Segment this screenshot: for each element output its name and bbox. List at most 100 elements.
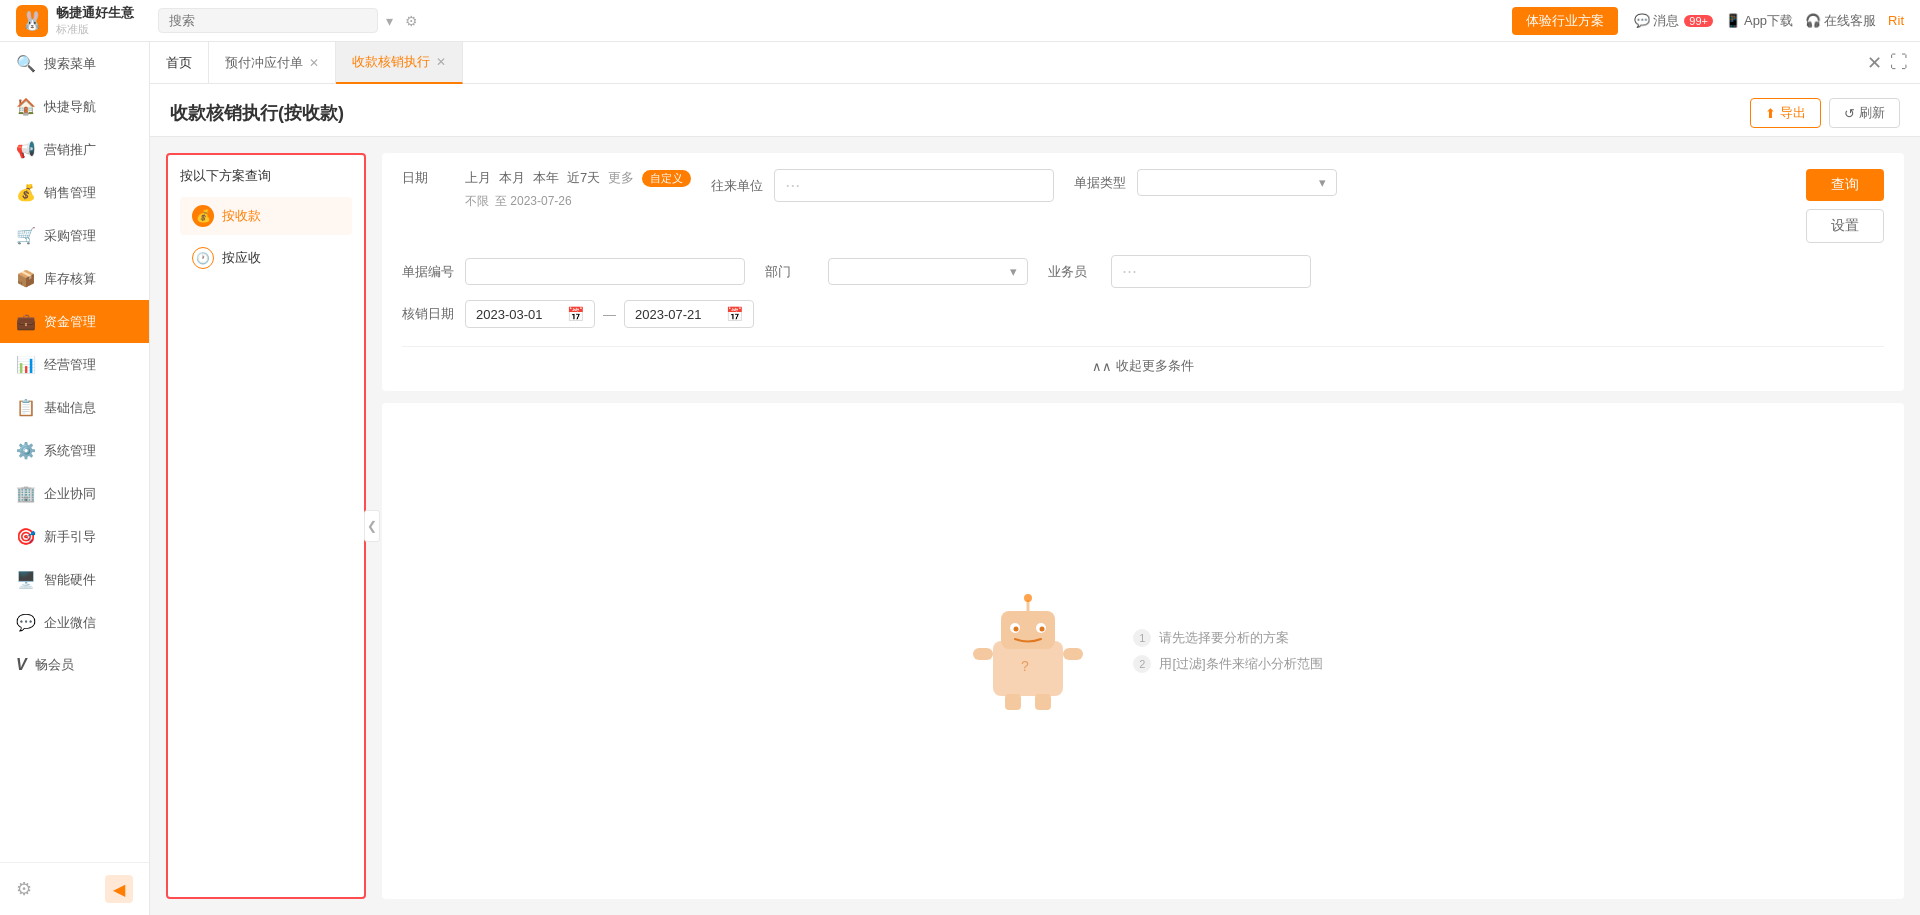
operation-icon: 📊 (16, 355, 36, 374)
enterprise-icon: 🏢 (16, 484, 36, 503)
date-last-month[interactable]: 上月 (465, 169, 491, 187)
sidebar-item-label: 销售管理 (44, 184, 96, 202)
date-custom-badge[interactable]: 自定义 (642, 170, 691, 187)
wechat-icon: 💬 (16, 613, 36, 632)
date-this-month[interactable]: 本月 (499, 169, 525, 187)
verify-date-end-cal-icon: 📅 (726, 306, 743, 322)
tab-home-label: 首页 (166, 54, 192, 72)
sidebar-item-label: 新手引导 (44, 528, 96, 546)
export-btn[interactable]: ⬆ 导出 (1750, 98, 1821, 128)
tab-expand-btn[interactable]: ⛶ (1890, 52, 1908, 73)
empty-tips: 1 请先选择要分析的方案 2 用[过滤]条件来缩小分析范围 (1133, 629, 1322, 673)
user-name[interactable]: Rit (1888, 13, 1904, 28)
sidebar-item-label: 智能硬件 (44, 571, 96, 589)
search-menu-icon: 🔍 (16, 54, 36, 73)
staff-dots: ··· (1122, 261, 1137, 282)
svg-rect-8 (1005, 694, 1021, 710)
sidebar-item-guide[interactable]: 🎯 新手引导 (0, 515, 149, 558)
sidebar-item-label: 快捷导航 (44, 98, 96, 116)
sidebar-collapse-btn[interactable]: ◀ (105, 875, 133, 903)
search-input[interactable] (158, 8, 378, 33)
page-header: 收款核销执行(按收款) ⬆ 导出 ↺ 刷新 (150, 84, 1920, 137)
svg-rect-9 (1035, 694, 1051, 710)
refresh-btn[interactable]: ↺ 刷新 (1829, 98, 1900, 128)
tab-receipt[interactable]: 收款核销执行 ✕ (336, 42, 463, 84)
sidebar-item-operation[interactable]: 📊 经营管理 (0, 343, 149, 386)
staff-filter-group: 业务员 ··· (1048, 255, 1311, 288)
partner-select[interactable]: ··· (774, 169, 1054, 202)
collapse-more-label: 收起更多条件 (1116, 357, 1194, 375)
sidebar-item-label: 经营管理 (44, 356, 96, 374)
finance-icon: 💼 (16, 312, 36, 331)
empty-state: ? 1 请先选择要分析的方案 2 用[过滤]条件来缩小分析范围 (382, 403, 1904, 899)
sidebar-item-label: 畅会员 (35, 656, 74, 674)
left-panel-title: 按以下方案查询 (180, 167, 352, 185)
tab-prepay-label: 预付冲应付单 (225, 54, 303, 72)
sidebar-item-finance[interactable]: 💼 资金管理 (0, 300, 149, 343)
partner-filter-group: 往来单位 ··· (711, 169, 1054, 202)
doc-no-input[interactable] (465, 258, 745, 285)
sidebar-item-marketing[interactable]: 📢 营销推广 (0, 128, 149, 171)
search-dropdown-icon[interactable]: ▾ (386, 13, 393, 29)
date-options: 上月 本月 本年 近7天 更多 自定义 不限 至 2023-07-26 (465, 169, 691, 210)
page-title: 收款核销执行(按收款) (170, 101, 344, 125)
dept-dropdown-icon: ▾ (1010, 264, 1017, 279)
app-edition: 标准版 (56, 22, 134, 37)
sidebar-item-search-menu[interactable]: 🔍 搜索菜单 (0, 42, 149, 85)
sidebar-item-member[interactable]: V 畅会员 (0, 644, 149, 686)
chevron-up-icon: ∧∧ (1092, 359, 1112, 374)
clock-icon: 🕐 (196, 252, 210, 265)
sidebar-item-quick-nav[interactable]: 🏠 快捷导航 (0, 85, 149, 128)
left-panel-collapse-btn[interactable]: ❮ (364, 510, 380, 542)
sidebar-item-enterprise[interactable]: 🏢 企业协同 (0, 472, 149, 515)
sidebar-item-hardware[interactable]: 🖥️ 智能硬件 (0, 558, 149, 601)
tab-close-btn[interactable]: ✕ (1867, 52, 1882, 74)
filter-settings-btn[interactable]: 设置 (1806, 209, 1884, 243)
verify-date-filter-group: 核销日期 2023-03-01 📅 — 2023-07-21 📅 (402, 300, 754, 328)
tab-prepay[interactable]: 预付冲应付单 ✕ (209, 42, 336, 84)
sidebar-item-system[interactable]: ⚙️ 系统管理 (0, 429, 149, 472)
date-no-limit-row: 不限 至 2023-07-26 (465, 191, 691, 210)
divider (402, 346, 1884, 347)
app-download-link[interactable]: 📱 App下载 (1725, 12, 1793, 30)
date-this-year[interactable]: 本年 (533, 169, 559, 187)
tab-home[interactable]: 首页 (150, 42, 209, 84)
system-icon: ⚙️ (16, 441, 36, 460)
filter-row-1: 日期 上月 本月 本年 近7天 更多 自定义 (402, 169, 1884, 243)
collapse-more-btn[interactable]: ∧∧ 收起更多条件 (1092, 357, 1194, 375)
tab-receipt-close[interactable]: ✕ (436, 55, 446, 69)
hardware-icon: 🖥️ (16, 570, 36, 589)
dept-select[interactable]: ▾ (828, 258, 1028, 285)
verify-date-end-input[interactable]: 2023-07-21 📅 (624, 300, 754, 328)
verify-date-start-cal-icon: 📅 (567, 306, 584, 322)
staff-select[interactable]: ··· (1111, 255, 1311, 288)
settings-icon[interactable]: ⚙ (405, 13, 418, 29)
sidebar-item-label: 企业协同 (44, 485, 96, 503)
sidebar-item-purchase[interactable]: 🛒 采购管理 (0, 214, 149, 257)
message-label: 消息 (1653, 12, 1679, 30)
doc-no-label: 单据编号 (402, 263, 457, 281)
industry-btn[interactable]: 体验行业方案 (1512, 7, 1618, 35)
quick-nav-icon: 🏠 (16, 97, 36, 116)
sidebar-settings-icon[interactable]: ⚙ (16, 878, 32, 900)
filter-option-by-receipt[interactable]: 💰 按收款 (180, 197, 352, 235)
empty-tip-2: 2 用[过滤]条件来缩小分析范围 (1133, 655, 1322, 673)
sidebar-item-wechat[interactable]: 💬 企业微信 (0, 601, 149, 644)
by-receivable-icon: 🕐 (192, 247, 214, 269)
doc-type-select[interactable]: ▾ (1137, 169, 1337, 196)
message-icon-group[interactable]: 💬 消息 99+ (1634, 12, 1713, 30)
left-panel: 按以下方案查询 💰 按收款 🕐 按应收 ❮ (166, 153, 366, 899)
tab-prepay-close[interactable]: ✕ (309, 56, 319, 70)
online-service-link[interactable]: 🎧 在线客服 (1805, 12, 1876, 30)
date-more[interactable]: 更多 (608, 169, 634, 187)
sidebar-item-inventory[interactable]: 📦 库存核算 (0, 257, 149, 300)
right-panel: 日期 上月 本月 本年 近7天 更多 自定义 (382, 153, 1904, 899)
filter-option-by-receivable[interactable]: 🕐 按应收 (180, 239, 352, 277)
verify-date-start-input[interactable]: 2023-03-01 📅 (465, 300, 595, 328)
sidebar-item-basic[interactable]: 📋 基础信息 (0, 386, 149, 429)
date-separator: — (603, 307, 616, 322)
query-btn[interactable]: 查询 (1806, 169, 1884, 201)
filter-bar: 日期 上月 本月 本年 近7天 更多 自定义 (382, 153, 1904, 391)
date-last-7days[interactable]: 近7天 (567, 169, 600, 187)
sidebar-item-sales[interactable]: 💰 销售管理 (0, 171, 149, 214)
